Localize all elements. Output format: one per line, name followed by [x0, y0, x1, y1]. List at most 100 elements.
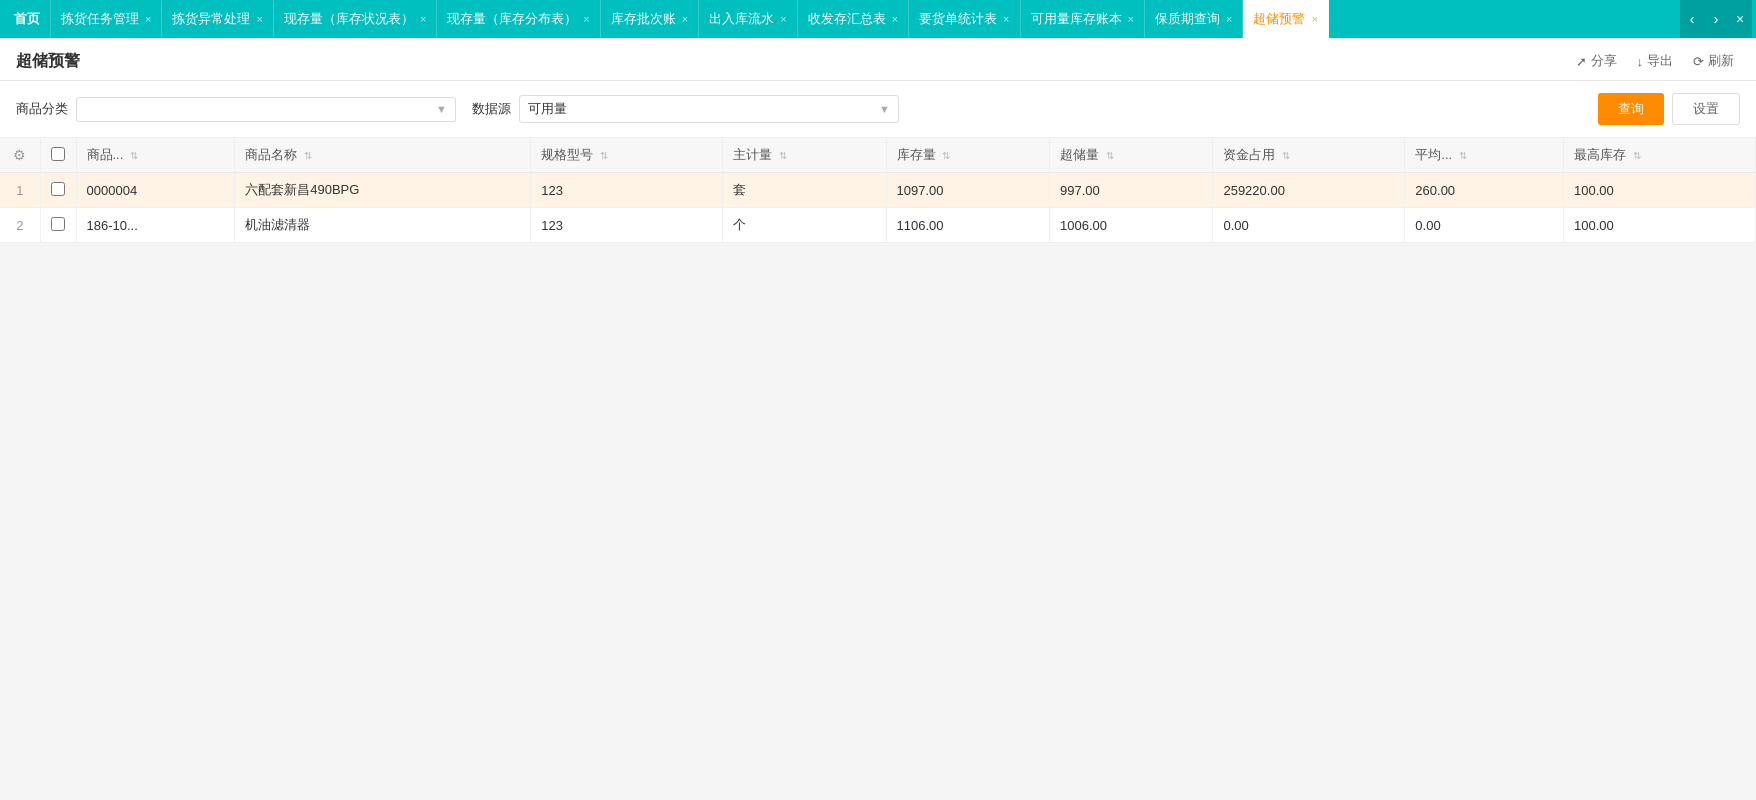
nav-arrows: ‹ › ×: [1680, 0, 1752, 38]
nav-right-arrow[interactable]: ›: [1704, 0, 1728, 38]
row-checkbox[interactable]: [51, 217, 65, 231]
nav-avail-stock-close[interactable]: ×: [1128, 13, 1134, 25]
category-label: 商品分类: [16, 100, 68, 118]
category-select[interactable]: ▼: [76, 97, 456, 122]
th-unit[interactable]: 主计量 ⇅: [723, 138, 886, 173]
table-container: ⚙ 商品... ⇅ 商品名称 ⇅ 规格型号 ⇅: [0, 138, 1756, 243]
th-capital-sort: ⇅: [1282, 150, 1290, 161]
nav-overstock-alert[interactable]: 超储预警 ×: [1243, 0, 1328, 38]
cell-capital: 259220.00: [1213, 173, 1405, 208]
cell-name: 六配套新昌490BPG: [235, 173, 531, 208]
th-avg-label: 平均...: [1415, 147, 1452, 162]
query-button[interactable]: 查询: [1598, 93, 1664, 125]
nav-avail-stock[interactable]: 可用量库存账本 ×: [1021, 0, 1145, 38]
category-select-value: [85, 102, 89, 117]
th-avg[interactable]: 平均... ⇅: [1405, 138, 1564, 173]
cell-checkbox: [40, 173, 76, 208]
cell-code: 0000004: [76, 173, 235, 208]
filter-actions: 查询 设置: [1598, 93, 1740, 125]
datasource-select[interactable]: 可用量 ▼: [519, 95, 899, 123]
nav-order-stats[interactable]: 要货单统计表 ×: [909, 0, 1020, 38]
cell-stock: 1106.00: [886, 208, 1049, 243]
th-code[interactable]: 商品... ⇅: [76, 138, 235, 173]
nav-home[interactable]: 首页: [4, 0, 51, 38]
export-icon: ↓: [1637, 54, 1644, 69]
nav-left-arrow[interactable]: ‹: [1680, 0, 1704, 38]
refresh-label: 刷新: [1708, 52, 1734, 70]
refresh-button[interactable]: ⟳ 刷新: [1687, 50, 1740, 72]
cell-spec: 123: [531, 208, 723, 243]
nav-overstock-alert-close[interactable]: ×: [1311, 13, 1317, 25]
nav-stock-dist-close[interactable]: ×: [583, 13, 589, 25]
nav-avail-stock-label: 可用量库存账本: [1031, 10, 1122, 28]
nav-home-label: 首页: [14, 10, 40, 28]
th-unit-label: 主计量: [733, 147, 772, 162]
th-gear: ⚙: [0, 138, 40, 173]
nav-order-stats-label: 要货单统计表: [919, 10, 997, 28]
nav-task-mgmt-close[interactable]: ×: [145, 13, 151, 25]
nav-collect-summary-label: 收发存汇总表: [808, 10, 886, 28]
page-header: 超储预警 ➚ 分享 ↓ 导出 ⟳ 刷新: [0, 38, 1756, 81]
nav-batch[interactable]: 库存批次账 ×: [601, 0, 699, 38]
cell-overstock: 1006.00: [1049, 208, 1212, 243]
nav-collect-summary-close[interactable]: ×: [892, 13, 898, 25]
settings-button[interactable]: 设置: [1672, 93, 1740, 125]
nav-batch-label: 库存批次账: [611, 10, 676, 28]
th-max-stock-label: 最高库存: [1574, 147, 1626, 162]
nav-overstock-alert-label: 超储预警: [1253, 10, 1305, 28]
th-spec[interactable]: 规格型号 ⇅: [531, 138, 723, 173]
table-row: 2 186-10... 机油滤清器 123 个 1106.00 1006.00 …: [0, 208, 1756, 243]
nav-stock-status[interactable]: 现存量（库存状况表） ×: [274, 0, 437, 38]
share-button[interactable]: ➚ 分享: [1570, 50, 1623, 72]
th-checkbox: [40, 138, 76, 173]
nav-inout-flow[interactable]: 出入库流水 ×: [699, 0, 797, 38]
th-stock-label: 库存量: [897, 147, 936, 162]
datasource-label: 数据源: [472, 100, 511, 118]
nav-order-stats-close[interactable]: ×: [1003, 13, 1009, 25]
th-stock-sort: ⇅: [942, 150, 950, 161]
th-unit-sort: ⇅: [779, 150, 787, 161]
category-select-arrow: ▼: [436, 103, 447, 115]
export-button[interactable]: ↓ 导出: [1631, 50, 1680, 72]
cell-max-stock: 100.00: [1564, 208, 1756, 243]
cell-capital: 0.00: [1213, 208, 1405, 243]
nav-batch-close[interactable]: ×: [682, 13, 688, 25]
nav-inout-flow-label: 出入库流水: [709, 10, 774, 28]
cell-avg: 0.00: [1405, 208, 1564, 243]
nav-task-mgmt[interactable]: 拣货任务管理 ×: [51, 0, 162, 38]
nav-stock-dist[interactable]: 现存量（库存分布表） ×: [437, 0, 600, 38]
nav-exception[interactable]: 拣货异常处理 ×: [162, 0, 273, 38]
nav-close-all[interactable]: ×: [1728, 0, 1752, 38]
nav-exception-close[interactable]: ×: [256, 13, 262, 25]
data-table: ⚙ 商品... ⇅ 商品名称 ⇅ 规格型号 ⇅: [0, 138, 1756, 243]
th-overstock-label: 超储量: [1060, 147, 1099, 162]
select-all-checkbox[interactable]: [51, 147, 65, 161]
nav-stock-status-close[interactable]: ×: [420, 13, 426, 25]
table-row: 1 0000004 六配套新昌490BPG 123 套 1097.00 997.…: [0, 173, 1756, 208]
th-max-stock[interactable]: 最高库存 ⇅: [1564, 138, 1756, 173]
th-spec-sort: ⇅: [600, 150, 608, 161]
page-container: 超储预警 ➚ 分享 ↓ 导出 ⟳ 刷新 商品分类 ▼ 数据源: [0, 38, 1756, 243]
nav-task-mgmt-label: 拣货任务管理: [61, 10, 139, 28]
th-stock[interactable]: 库存量 ⇅: [886, 138, 1049, 173]
header-actions: ➚ 分享 ↓ 导出 ⟳ 刷新: [1570, 50, 1741, 72]
nav-inout-flow-close[interactable]: ×: [780, 13, 786, 25]
nav-quality-close[interactable]: ×: [1226, 13, 1232, 25]
th-code-label: 商品...: [87, 147, 124, 162]
nav-quality[interactable]: 保质期查询 ×: [1145, 0, 1243, 38]
datasource-filter-group: 数据源 可用量 ▼: [472, 95, 899, 123]
row-checkbox[interactable]: [51, 182, 65, 196]
refresh-icon: ⟳: [1693, 54, 1704, 69]
datasource-select-arrow: ▼: [879, 103, 890, 115]
page-title: 超储预警: [16, 51, 80, 72]
th-name[interactable]: 商品名称 ⇅: [235, 138, 531, 173]
th-capital[interactable]: 资金占用 ⇅: [1213, 138, 1405, 173]
nav-quality-label: 保质期查询: [1155, 10, 1220, 28]
th-code-sort: ⇅: [130, 150, 138, 161]
nav-collect-summary[interactable]: 收发存汇总表 ×: [798, 0, 909, 38]
cell-stock: 1097.00: [886, 173, 1049, 208]
cell-checkbox: [40, 208, 76, 243]
export-label: 导出: [1647, 52, 1673, 70]
gear-icon[interactable]: ⚙: [13, 147, 26, 163]
th-overstock[interactable]: 超储量 ⇅: [1049, 138, 1212, 173]
